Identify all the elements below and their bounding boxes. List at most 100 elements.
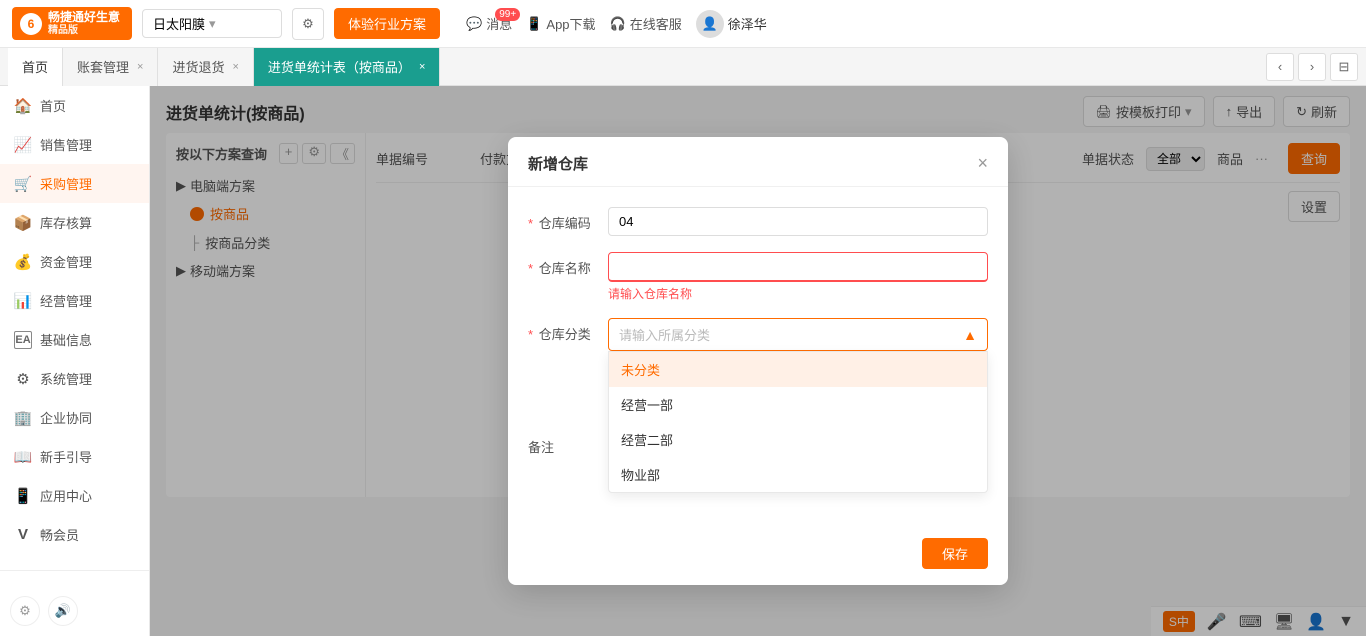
notes-label: 备注 [528, 431, 608, 456]
inventory-icon: 📦 [14, 214, 32, 232]
sidebar-label-inventory: 库存核算 [40, 213, 92, 232]
settings-icon[interactable]: ⚙ [292, 8, 324, 40]
settings-bottom-button[interactable]: ⚙ [10, 596, 40, 626]
tab-purchase-return[interactable]: 进货退货 × [158, 48, 253, 86]
message-badge: 99+ [495, 8, 520, 21]
app-label: App下载 [546, 14, 595, 33]
category-field-container: 请输入所属分类 ▲ 未分类 经营一部 经营二部 物业部 [608, 318, 988, 351]
message-button[interactable]: 💬 消息 99+ [466, 14, 512, 33]
sidebar-item-vip[interactable]: V 畅会员 [0, 515, 149, 554]
sidebar-item-business[interactable]: 📊 经营管理 [0, 281, 149, 320]
code-field-container [608, 207, 988, 236]
sidebar-item-basic[interactable]: EA 基础信息 [0, 320, 149, 359]
online-service-button[interactable]: 🎧 在线客服 [610, 14, 682, 33]
app-download-button[interactable]: 📱 App下载 [526, 14, 595, 33]
tab-purchase-stats-close[interactable]: × [419, 61, 425, 73]
category-label: * 仓库分类 [528, 318, 608, 343]
dialog-header: 新增仓库 × [508, 137, 1008, 187]
logo-text: 畅捷通好生意 精品版 [48, 11, 120, 35]
sidebar-label-vip: 畅会员 [40, 525, 79, 544]
tab-purchase-stats[interactable]: 进货单统计表（按商品） × [254, 48, 440, 86]
sidebar-item-inventory[interactable]: 📦 库存核算 [0, 203, 149, 242]
save-button[interactable]: 保存 [922, 538, 988, 569]
guide-icon: 📖 [14, 448, 32, 466]
store-selector[interactable]: 日太阳膜 ▾ [142, 9, 282, 38]
tab-home[interactable]: 首页 [8, 48, 63, 86]
dropdown-item-1[interactable]: 经营一部 [609, 387, 987, 422]
username: 徐泽华 [728, 14, 767, 33]
tab-prev-button[interactable]: ‹ [1266, 53, 1294, 81]
vip-icon: V [14, 526, 32, 544]
store-name: 日太阳膜 [153, 14, 205, 33]
speaker-icon[interactable]: 🔊 [48, 596, 78, 626]
name-field-container: 请输入仓库名称 [608, 252, 988, 302]
sidebar-label-basic: 基础信息 [40, 330, 92, 349]
home-icon: 🏠 [14, 97, 32, 115]
tab-more-button[interactable]: ⊟ [1330, 53, 1358, 81]
topbar: 6 畅捷通好生意 精品版 日太阳膜 ▾ ⚙ 体验行业方案 💬 消息 99+ 📱 … [0, 0, 1366, 48]
sidebar-item-enterprise[interactable]: 🏢 企业协同 [0, 398, 149, 437]
dropdown-arrow-icon: ▾ [209, 16, 216, 32]
code-label: * 仓库编码 [528, 207, 608, 232]
main-layout: 🏠 首页 📈 销售管理 🛒 采购管理 📦 库存核算 💰 资金管理 📊 经营管理 … [0, 86, 1366, 636]
category-select[interactable]: 请输入所属分类 ▲ [608, 318, 988, 351]
code-input[interactable] [608, 207, 988, 236]
add-warehouse-dialog: 新增仓库 × * 仓库编码 [508, 137, 1008, 585]
name-error-message: 请输入仓库名称 [608, 285, 988, 302]
form-row-category: * 仓库分类 请输入所属分类 ▲ 未分类 经营一部 经营二部 [528, 318, 988, 351]
sidebar: 🏠 首页 📈 销售管理 🛒 采购管理 📦 库存核算 💰 资金管理 📊 经营管理 … [0, 86, 150, 636]
dropdown-item-2[interactable]: 经营二部 [609, 422, 987, 457]
tab-account[interactable]: 账套管理 × [63, 48, 158, 86]
sidebar-label-system: 系统管理 [40, 369, 92, 388]
tab-next-button[interactable]: › [1298, 53, 1326, 81]
dropdown-item-3[interactable]: 物业部 [609, 457, 987, 492]
dialog-title: 新增仓库 [528, 153, 588, 174]
business-icon: 📊 [14, 292, 32, 310]
purchase-icon: 🛒 [14, 175, 32, 193]
sidebar-item-home[interactable]: 🏠 首页 [0, 86, 149, 125]
tab-home-label: 首页 [22, 57, 48, 76]
category-dropdown: 未分类 经营一部 经营二部 物业部 [608, 351, 988, 493]
trial-button[interactable]: 体验行业方案 [334, 8, 440, 39]
tab-purchase-return-label: 进货退货 [172, 57, 224, 76]
form-row-name: * 仓库名称 请输入仓库名称 [528, 252, 988, 302]
sidebar-item-purchase[interactable]: 🛒 采购管理 [0, 164, 149, 203]
system-icon: ⚙ [14, 370, 32, 388]
sidebar-item-sales[interactable]: 📈 销售管理 [0, 125, 149, 164]
message-icon: 💬 [466, 16, 482, 32]
sidebar-label-business: 经营管理 [40, 291, 92, 310]
avatar: 👤 [696, 10, 724, 38]
sidebar-label-purchase: 采购管理 [40, 174, 92, 193]
tab-actions: ‹ › ⊟ [1266, 53, 1366, 81]
dialog-body: * 仓库编码 * 仓库名称 [508, 187, 1008, 526]
sidebar-label-home: 首页 [40, 96, 66, 115]
dialog-footer: 保存 [508, 526, 1008, 585]
service-label: 在线客服 [630, 14, 682, 33]
form-row-code: * 仓库编码 [528, 207, 988, 236]
tab-purchase-return-close[interactable]: × [232, 61, 238, 73]
logo-icon: 6 [20, 13, 42, 35]
content-area: 进货单统计(按商品) 🖨 按模板打印 ▾ ↑ 导出 ↻ 刷新 [150, 86, 1366, 636]
apps-icon: 📱 [14, 487, 32, 505]
topbar-right: 💬 消息 99+ 📱 App下载 🎧 在线客服 👤 徐泽华 [466, 10, 767, 38]
name-label: * 仓库名称 [528, 252, 608, 277]
sidebar-label-apps: 应用中心 [40, 486, 92, 505]
sidebar-item-guide[interactable]: 📖 新手引导 [0, 437, 149, 476]
basic-icon: EA [14, 331, 32, 349]
sidebar-item-finance[interactable]: 💰 资金管理 [0, 242, 149, 281]
user-menu[interactable]: 👤 徐泽华 [696, 10, 767, 38]
dialog-close-button[interactable]: × [977, 153, 988, 174]
tab-account-close[interactable]: × [137, 61, 143, 73]
phone-icon: 📱 [526, 16, 542, 32]
dropdown-item-0[interactable]: 未分类 [609, 352, 987, 387]
sidebar-item-system[interactable]: ⚙ 系统管理 [0, 359, 149, 398]
select-up-arrow-icon: ▲ [963, 327, 977, 343]
sidebar-item-apps[interactable]: 📱 应用中心 [0, 476, 149, 515]
headset-icon: 🎧 [610, 16, 626, 32]
sales-icon: 📈 [14, 136, 32, 154]
tab-purchase-stats-label: 进货单统计表（按商品） [268, 57, 411, 76]
name-input[interactable] [608, 252, 988, 282]
tabbar: 首页 账套管理 × 进货退货 × 进货单统计表（按商品） × ‹ › ⊟ [0, 48, 1366, 86]
sidebar-label-guide: 新手引导 [40, 447, 92, 466]
sidebar-bottom: ⚙ 🔊 [0, 586, 149, 636]
